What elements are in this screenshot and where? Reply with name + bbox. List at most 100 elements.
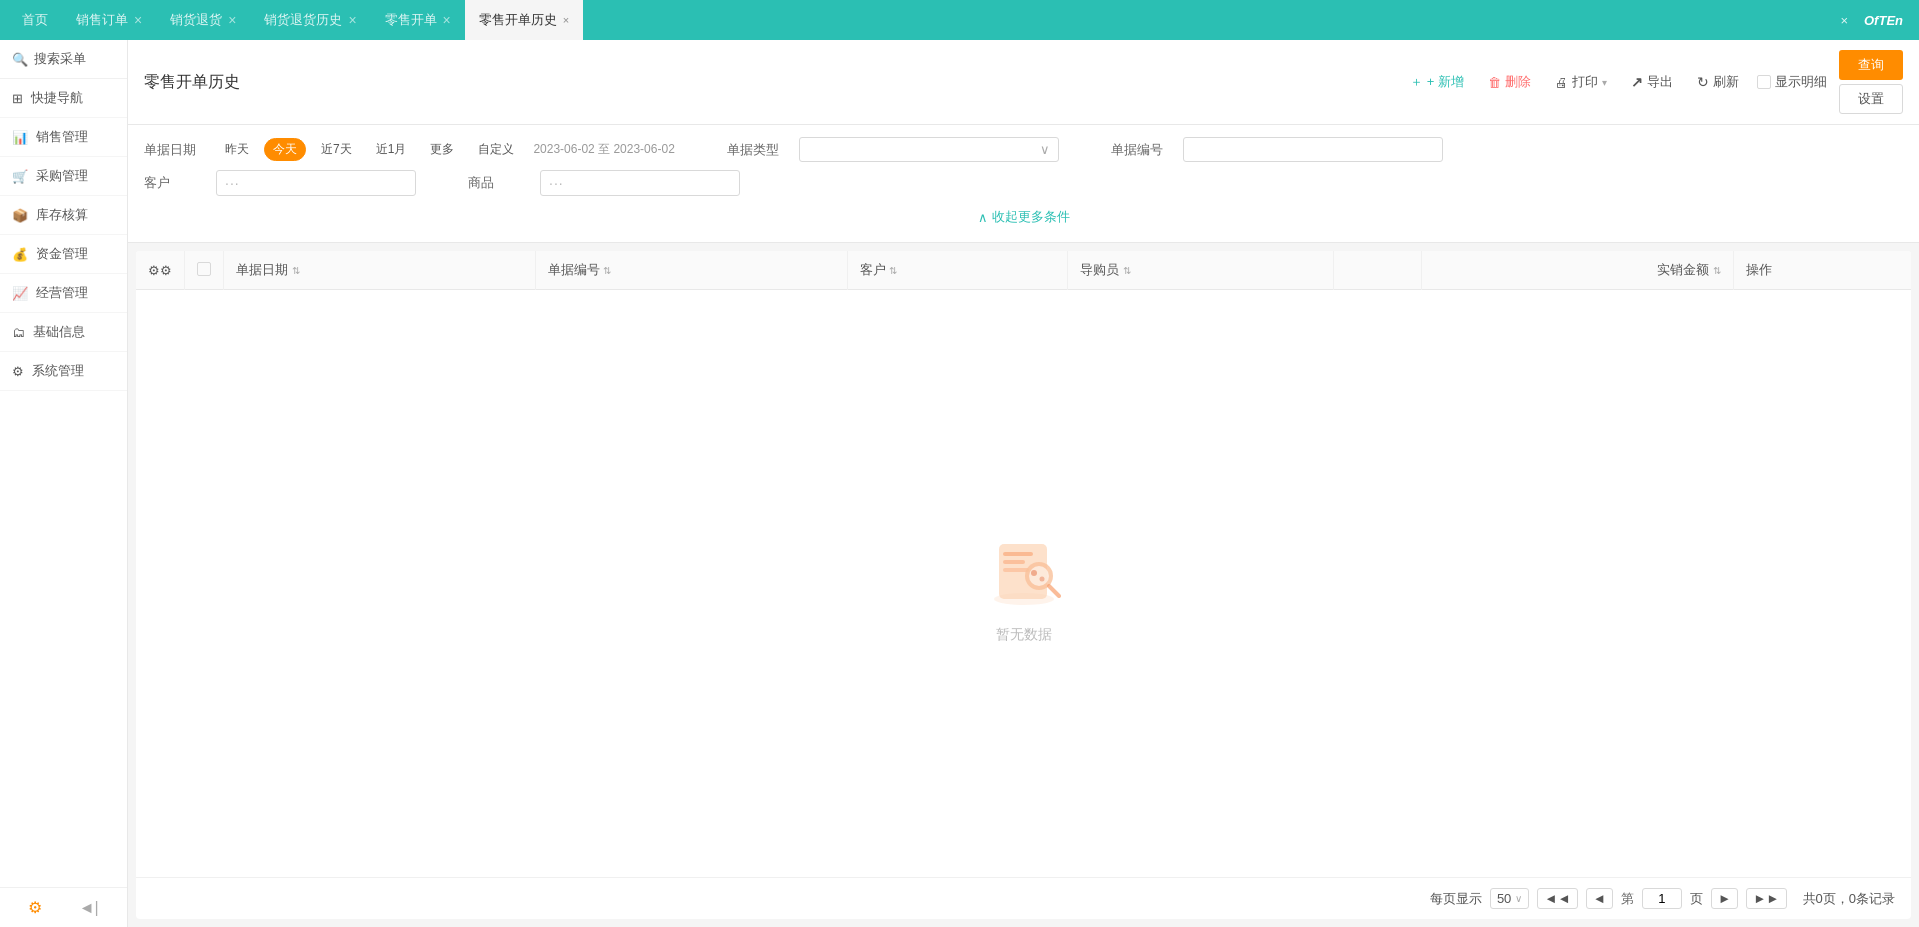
tab-sales-order-label: 销售订单 bbox=[76, 11, 128, 29]
sidebar-item-mgmt[interactable]: 📈 经营管理 bbox=[0, 274, 127, 313]
tab-retail[interactable]: 零售开单 bbox=[371, 0, 465, 40]
tab-retail-history-label: 零售开单历史 bbox=[479, 11, 557, 29]
th-amount-label: 实销金额 bbox=[1657, 262, 1709, 277]
date-btn-today[interactable]: 今天 bbox=[264, 138, 306, 161]
refresh-button[interactable]: ↻ 刷新 bbox=[1691, 69, 1745, 95]
tab-return[interactable]: 销货退货 bbox=[156, 0, 250, 40]
svg-point-9 bbox=[1039, 576, 1044, 581]
sidebar-item-nav[interactable]: ⊞ 快捷导航 bbox=[0, 79, 127, 118]
page-number-input[interactable] bbox=[1642, 888, 1682, 909]
date-btn-1month[interactable]: 近1月 bbox=[367, 138, 416, 161]
main-layout: 搜索采单 ⊞ 快捷导航 📊 销售管理 🛒 采购管理 📦 库存核算 💰 资金管理 … bbox=[0, 40, 1919, 927]
table-header-row: ⚙ 单据日期 单据编号 客户 bbox=[136, 251, 1911, 290]
th-checkbox[interactable] bbox=[185, 251, 224, 290]
mgmt-icon: 📈 bbox=[12, 286, 28, 301]
display-label: 显示明细 bbox=[1775, 73, 1827, 91]
export-button[interactable]: ↗ 导出 bbox=[1625, 69, 1679, 95]
date-label: 单据日期 bbox=[144, 141, 204, 159]
th-actions-label: 操作 bbox=[1746, 262, 1772, 277]
sidebar-collapse-icon[interactable]: ◄| bbox=[79, 899, 99, 917]
tab-sales-order[interactable]: 销售订单 bbox=[62, 0, 156, 40]
th-salesperson-label: 导购员 bbox=[1080, 262, 1119, 277]
nav-close-btn[interactable]: × bbox=[1840, 13, 1848, 28]
table-gear-icon[interactable]: ⚙ bbox=[148, 263, 172, 278]
sidebar-item-base[interactable]: 🗂 基础信息 bbox=[0, 313, 127, 352]
sidebar-item-sales-label: 销售管理 bbox=[36, 128, 88, 146]
query-button[interactable]: 查询 bbox=[1839, 50, 1903, 80]
top-nav: 首页 销售订单 销货退货 销货退货历史 零售开单 零售开单历史 × × OfTE… bbox=[0, 0, 1919, 40]
tab-return-close[interactable] bbox=[228, 12, 236, 28]
tab-retail-history[interactable]: 零售开单历史 × bbox=[465, 0, 583, 40]
select-all-checkbox[interactable] bbox=[197, 262, 211, 276]
svg-line-7 bbox=[1049, 586, 1059, 596]
sidebar-item-stock[interactable]: 📦 库存核算 bbox=[0, 196, 127, 235]
main-table: ⚙ 单据日期 单据编号 客户 bbox=[136, 251, 1911, 290]
purchase-icon: 🛒 bbox=[12, 169, 28, 184]
export-icon: ↗ bbox=[1631, 74, 1643, 90]
print-button[interactable]: 🖨 打印 ▾ bbox=[1549, 69, 1613, 95]
empty-state: 暂无数据 bbox=[136, 290, 1911, 877]
next-page-btn[interactable]: ► bbox=[1711, 888, 1738, 909]
order-no-input[interactable] bbox=[1183, 137, 1443, 162]
date-btn-custom[interactable]: 自定义 bbox=[469, 138, 523, 161]
tab-retail-close[interactable] bbox=[443, 12, 451, 28]
th-date-label: 单据日期 bbox=[236, 262, 288, 277]
filter-dates: 昨天 今天 近7天 近1月 更多 自定义 2023-06-02 至 2023-0… bbox=[216, 138, 675, 161]
th-amount[interactable]: 实销金额 bbox=[1421, 251, 1733, 290]
nav-icon: ⊞ bbox=[12, 91, 23, 106]
sidebar-search-label: 搜索采单 bbox=[34, 50, 86, 68]
customer-label: 客户 bbox=[144, 174, 204, 192]
th-customer[interactable]: 客户 bbox=[847, 251, 1067, 290]
display-checkbox-sq[interactable] bbox=[1757, 75, 1771, 89]
table-area: ⚙ 单据日期 单据编号 客户 bbox=[136, 251, 1911, 919]
date-btn-more[interactable]: 更多 bbox=[421, 138, 463, 161]
display-detail-checkbox[interactable]: 显示明细 bbox=[1757, 73, 1827, 91]
plus-icon: ＋ bbox=[1410, 73, 1423, 91]
sidebar-settings-icon[interactable]: ⚙ bbox=[28, 898, 42, 917]
tab-return-history-close[interactable] bbox=[348, 12, 356, 28]
sidebar-item-finance[interactable]: 💰 资金管理 bbox=[0, 235, 127, 274]
order-type-select[interactable]: ∨ bbox=[799, 137, 1059, 162]
svg-rect-2 bbox=[1003, 552, 1033, 556]
th-salesperson[interactable]: 导购员 bbox=[1067, 251, 1333, 290]
date-btn-7days[interactable]: 近7天 bbox=[312, 138, 361, 161]
sidebar-item-sales[interactable]: 📊 销售管理 bbox=[0, 118, 127, 157]
collapse-label: 收起更多条件 bbox=[992, 208, 1070, 226]
tab-home[interactable]: 首页 bbox=[8, 0, 62, 40]
order-no-label: 单据编号 bbox=[1111, 141, 1171, 159]
sidebar-search[interactable]: 搜索采单 bbox=[0, 40, 127, 79]
th-settings[interactable]: ⚙ bbox=[136, 251, 185, 290]
tab-return-history[interactable]: 销货退货历史 bbox=[250, 0, 370, 40]
add-button[interactable]: ＋ + 新增 bbox=[1404, 69, 1470, 95]
th-date[interactable]: 单据日期 bbox=[224, 251, 536, 290]
filter-row-2: 客户 ··· 商品 ··· bbox=[144, 170, 1903, 196]
tab-retail-history-close[interactable]: × bbox=[563, 14, 569, 26]
sys-icon: ⚙ bbox=[12, 364, 24, 379]
page-size-select[interactable]: 50 ∨ bbox=[1490, 888, 1529, 909]
finance-icon: 💰 bbox=[12, 247, 28, 262]
page-label: 页 bbox=[1690, 890, 1703, 908]
delete-button[interactable]: 🗑 删除 bbox=[1482, 69, 1537, 95]
date-btn-yesterday[interactable]: 昨天 bbox=[216, 138, 258, 161]
last-page-btn[interactable]: ►► bbox=[1746, 888, 1786, 909]
base-icon: 🗂 bbox=[12, 325, 25, 340]
th-orderno[interactable]: 单据编号 bbox=[535, 251, 847, 290]
prev-page-btn[interactable]: ◄ bbox=[1586, 888, 1613, 909]
search-icon bbox=[12, 52, 28, 67]
sidebar-item-purchase[interactable]: 🛒 采购管理 bbox=[0, 157, 127, 196]
refresh-icon: ↻ bbox=[1697, 74, 1709, 90]
goods-input[interactable]: ··· bbox=[540, 170, 740, 196]
setting-button[interactable]: 设置 bbox=[1839, 84, 1903, 114]
sidebar-item-sys[interactable]: ⚙ 系统管理 bbox=[0, 352, 127, 391]
delete-label: 删除 bbox=[1505, 73, 1531, 91]
collapse-btn[interactable]: ∧ 收起更多条件 bbox=[978, 204, 1070, 230]
tab-retail-label: 零售开单 bbox=[385, 11, 437, 29]
tab-sales-order-close[interactable] bbox=[134, 12, 142, 28]
print-dropdown-icon: ▾ bbox=[1602, 77, 1607, 88]
sidebar-item-purchase-label: 采购管理 bbox=[36, 167, 88, 185]
customer-input[interactable]: ··· bbox=[216, 170, 416, 196]
top-nav-right: × OfTEn bbox=[1840, 13, 1911, 28]
sales-icon: 📊 bbox=[12, 130, 28, 145]
sidebar-item-mgmt-label: 经营管理 bbox=[36, 284, 88, 302]
first-page-btn[interactable]: ◄◄ bbox=[1537, 888, 1577, 909]
